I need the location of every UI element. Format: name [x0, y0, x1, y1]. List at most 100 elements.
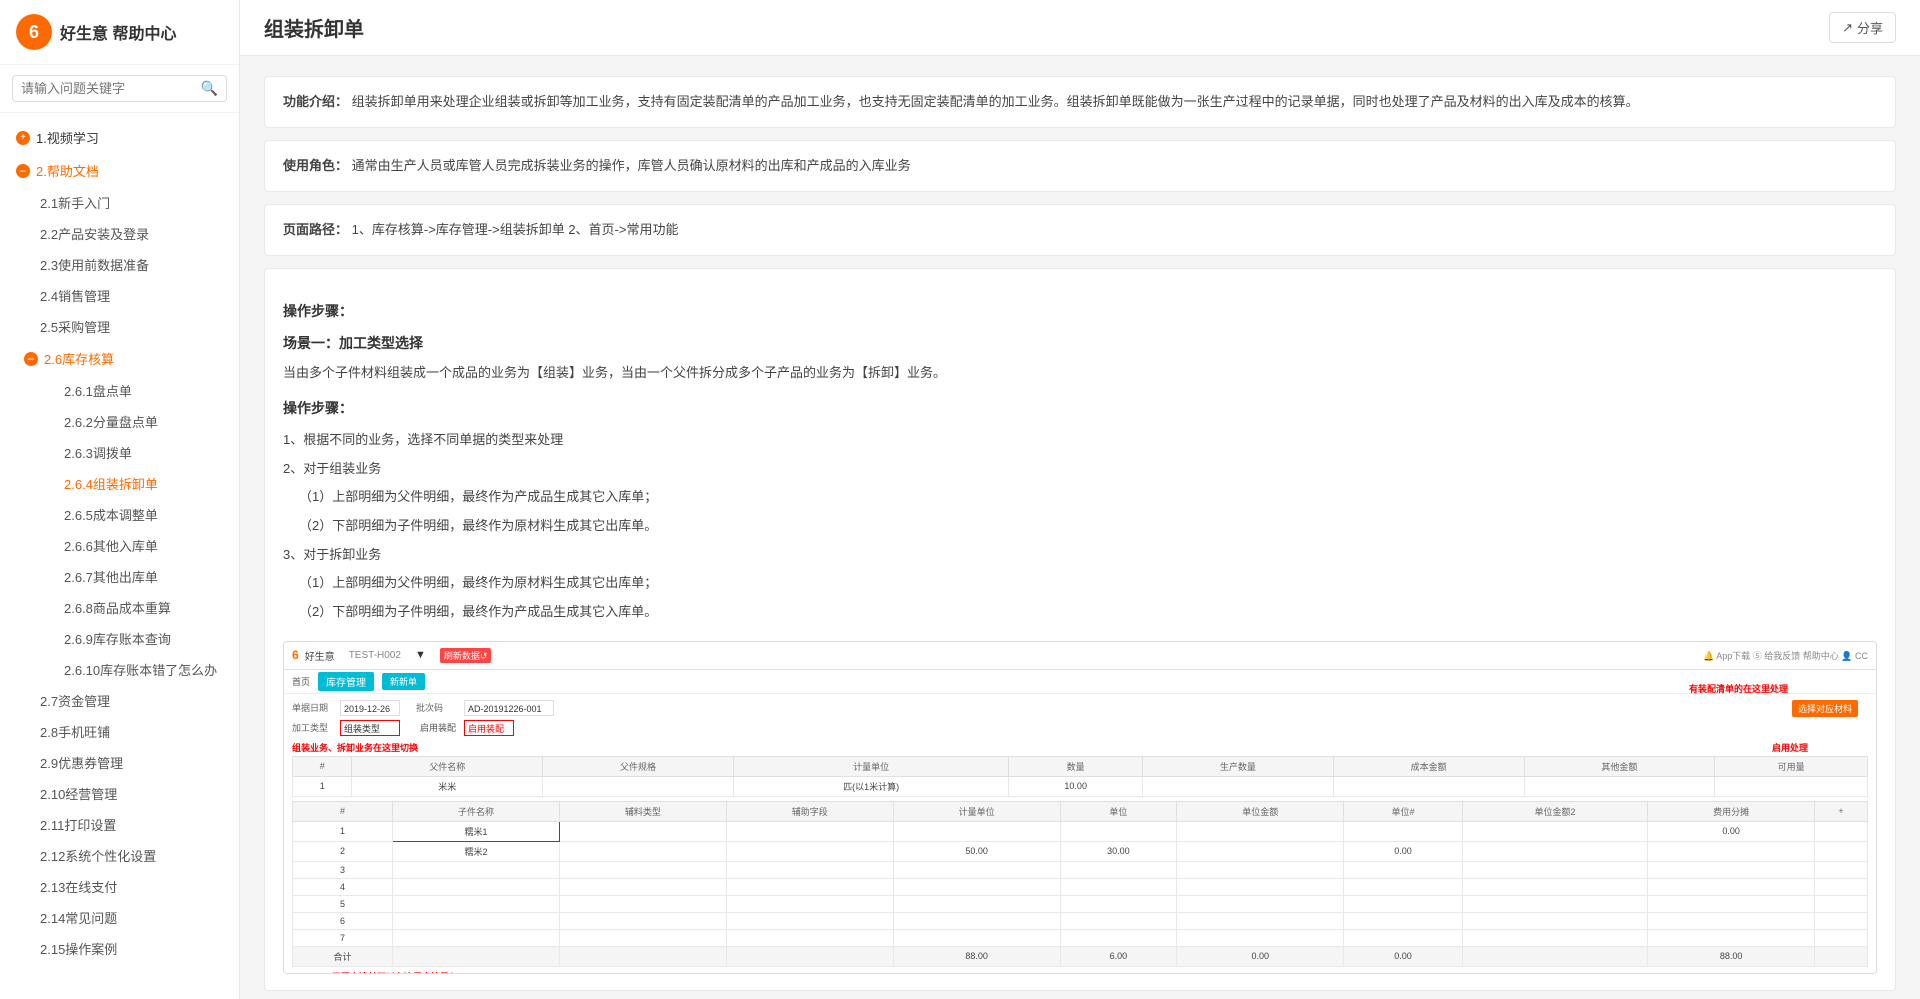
- mock-ltd-r2-1: 糯米2: [393, 841, 560, 861]
- table-row: 5: [293, 895, 1868, 912]
- nav-item-other-in[interactable]: 2.6.6其他入库单: [48, 530, 239, 561]
- step2-sub1: （1）上部明细为父件明细，最终作为产成品生成其它入库单；: [283, 485, 1877, 510]
- mock-ltd-r1-10: [1815, 821, 1868, 841]
- mock-nav-tabs: 首页 库存管理 新新单: [284, 670, 1876, 694]
- mock-ltd-r2-2: [559, 841, 726, 861]
- nav-item-other-out[interactable]: 2.6.7其他出库单: [48, 561, 239, 592]
- screenshot-container: 6 好生意 TEST-H002 ▼ 刷新数据↺ 🔔 App下载 ⑤ 给我反馈 帮…: [283, 641, 1877, 974]
- mock-form-row-1: 单据日期 2019-12-26 批次码 AD-20191226-001 有装配清…: [292, 700, 1868, 716]
- nav-item-online-pay[interactable]: 2.13在线支付: [24, 871, 239, 902]
- table-row: 3: [293, 861, 1868, 878]
- mock-ltd-r1-1: 糯米1: [393, 821, 560, 841]
- nav-item-mobile[interactable]: 2.8手机旺铺: [24, 716, 239, 747]
- share-button[interactable]: ↗ 分享: [1829, 12, 1896, 43]
- mock-lower-table-body: 1 糯米1: [293, 821, 1868, 946]
- path-text: 1、库存核算->库存管理->组装拆卸单 2、首页->常用功能: [352, 222, 679, 237]
- mock-ltd-r2-3: [726, 841, 893, 861]
- path-block: 页面路径： 1、库存核算->库存管理->组装拆卸单 2、首页->常用功能: [264, 204, 1896, 256]
- nav-item-operation[interactable]: 2.10经营管理: [24, 778, 239, 809]
- nav-item-finance[interactable]: 2.7资金管理: [24, 685, 239, 716]
- nav-item-ledger[interactable]: 2.6.9库存账本查询: [48, 623, 239, 654]
- mock-enable-field: 启用装配: [464, 720, 514, 736]
- mock-confirm-btn: 选择对应材料: [1792, 700, 1858, 717]
- mock-app-bar: 6 好生意 TEST-H002 ▼ 刷新数据↺ 🔔 App下载 ⑤ 给我反馈 帮…: [284, 642, 1876, 670]
- nav-item-cases[interactable]: 2.15操作案例: [24, 933, 239, 964]
- mock-ltd-r1-8: [1462, 821, 1647, 841]
- mock-ltd-r2-4: 50.00: [893, 841, 1060, 861]
- nav-item-personalize[interactable]: 2.12系统个性化设置: [24, 840, 239, 871]
- mock-lower-table-foot: 合计 88.00 6.00 0.00 0.00: [293, 946, 1868, 966]
- top-bar: 组装拆卸单 ↗ 分享: [240, 0, 1920, 56]
- mock-td-cost: [1333, 776, 1524, 796]
- sub-nav-docs: 2.1新手入门 2.2产品安装及登录 2.3使用前数据准备 2.4销售管理 2.…: [0, 187, 239, 964]
- nav-item-coupon[interactable]: 2.9优惠券管理: [24, 747, 239, 778]
- ops-label: 操作步骤：: [283, 301, 1877, 321]
- mock-lower-table: # 子件名称 辅料类型 辅助字段 计量单位 单位 单位金额 单位#: [292, 801, 1868, 967]
- expand-icon-videos: +: [16, 131, 30, 145]
- nav-item-print[interactable]: 2.11打印设置: [24, 809, 239, 840]
- collapse-icon-docs: −: [16, 164, 30, 178]
- mock-lth-5: 单位: [1060, 801, 1177, 821]
- nav-item-docs[interactable]: − 2.帮助文档 2.1新手入门 2.2产品安装及登录 2.3使用前数据准备 2…: [0, 154, 239, 964]
- mock-td-name: 米米: [352, 776, 543, 796]
- page-title: 组装拆卸单: [264, 13, 364, 42]
- nav-item-assemble[interactable]: 2.6.4组装拆卸单: [48, 468, 239, 499]
- nav-item-data[interactable]: 2.3使用前数据准备: [24, 249, 239, 280]
- mock-ltd-r1-5: [1060, 821, 1177, 841]
- mock-ltd-r2-9: [1648, 841, 1815, 861]
- nav-item-inventory-label[interactable]: − 2.6库存核算: [24, 342, 239, 375]
- nav-item-cost-adj[interactable]: 2.6.5成本调整单: [48, 499, 239, 530]
- table-row: 1 米米 匹(以1米计算) 10.00: [293, 776, 1868, 796]
- mock-ltd-r1-2: [559, 821, 726, 841]
- nav-item-transfer[interactable]: 2.6.3调拨单: [48, 437, 239, 468]
- mock-app: 6 好生意 TEST-H002 ▼ 刷新数据↺ 🔔 App下载 ⑤ 给我反馈 帮…: [284, 642, 1876, 973]
- mock-brand: 好生意: [305, 648, 335, 663]
- search-input[interactable]: [21, 81, 201, 96]
- mock-upper-table: # 父件名称 父件规格 计量单位 数量 生产数量 成本金额 其他金额: [292, 756, 1868, 797]
- search-icon[interactable]: 🔍: [201, 80, 218, 97]
- nav-item-ledger-err[interactable]: 2.6.10库存账本错了怎么办: [48, 654, 239, 685]
- mock-top-icons: 刷新数据↺: [440, 648, 492, 663]
- mock-lth-2: 辅料类型: [559, 801, 726, 821]
- mock-ltd-r2-8: [1462, 841, 1647, 861]
- mock-op-type-label: 加工类型: [292, 721, 332, 734]
- table-row: 6: [293, 912, 1868, 929]
- mock-td-spec: [543, 776, 734, 796]
- nav-item-install[interactable]: 2.2产品安装及登录: [24, 218, 239, 249]
- nav-item-partial-stocktake[interactable]: 2.6.2分量盘点单: [48, 406, 239, 437]
- step3: 3、对于拆卸业务: [283, 543, 1877, 568]
- func-intro-block: 功能介绍： 组装拆卸单用来处理企业组装或拆卸等加工业务，支持有固定装配清单的产品…: [264, 76, 1896, 128]
- mock-lower-table-head: # 子件名称 辅料类型 辅助字段 计量单位 单位 单位金额 单位#: [293, 801, 1868, 821]
- nav-item-newbie[interactable]: 2.1新手入门: [24, 187, 239, 218]
- mock-ltd-r2-6: [1177, 841, 1344, 861]
- nav-item-videos-label[interactable]: + 1.视频学习: [0, 121, 239, 154]
- mock-th-prod-qty: 生产数量: [1143, 756, 1334, 776]
- nav-item-faq[interactable]: 2.14常见问题: [24, 902, 239, 933]
- nav-item-purchase[interactable]: 2.5采购管理: [24, 311, 239, 342]
- mock-lth-0: #: [293, 801, 393, 821]
- annotation-4: 启用处理: [1772, 741, 1808, 754]
- nav-item-videos[interactable]: + 1.视频学习: [0, 121, 239, 154]
- nav-item-inventory[interactable]: − 2.6库存核算 2.6.1盘点单 2.6.2分量盘点单 2.6.3调拨单 2…: [24, 342, 239, 685]
- mock-ltd-r2-7: 0.00: [1344, 841, 1463, 861]
- mock-th-avail: 可用量: [1715, 756, 1868, 776]
- logo-text: 好生意 帮助中心: [60, 20, 176, 44]
- mock-lth-4: 计量单位: [893, 801, 1060, 821]
- mock-batch-value: AD-20191226-001: [464, 700, 554, 716]
- mock-lth-9: 费用分摊: [1648, 801, 1815, 821]
- mock-ltd-r2-0: 2: [293, 841, 393, 861]
- mock-form-row-2: 加工类型 组装类型 启用装配 启用装配 组装业务、拆卸业务在这里切换 启用处理: [292, 720, 1868, 736]
- step1: 1、根据不同的业务，选择不同单据的类型来处理: [283, 428, 1877, 453]
- mock-doc-date-value: 2019-12-26: [340, 700, 400, 716]
- func-intro-text: 组装拆卸单用来处理企业组装或拆卸等加工业务，支持有固定装配清单的产品加工业务，也…: [352, 94, 1639, 109]
- nav-item-sales[interactable]: 2.4销售管理: [24, 280, 239, 311]
- nav-item-cost-calc[interactable]: 2.6.8商品成本重算: [48, 592, 239, 623]
- table-row: 2 糯米2 50.00 30.00 0.00: [293, 841, 1868, 861]
- steps-container: 操作步骤： 场景一：加工类型选择 当由多个子件材料组装成一个成品的业务为【组装】…: [264, 268, 1896, 991]
- nav-item-stocktake[interactable]: 2.6.1盘点单: [48, 375, 239, 406]
- ops-steps-heading: 操作步骤：: [283, 398, 1877, 418]
- role-label: 使用角色：: [283, 158, 348, 173]
- nav-item-docs-label[interactable]: − 2.帮助文档: [0, 154, 239, 187]
- sidebar: 6 好生意 帮助中心 🔍 + 1.视频学习 − 2.帮助文档 2.1新手入门 2…: [0, 0, 240, 999]
- mock-content-area: 单据日期 2019-12-26 批次码 AD-20191226-001 有装配清…: [284, 694, 1876, 973]
